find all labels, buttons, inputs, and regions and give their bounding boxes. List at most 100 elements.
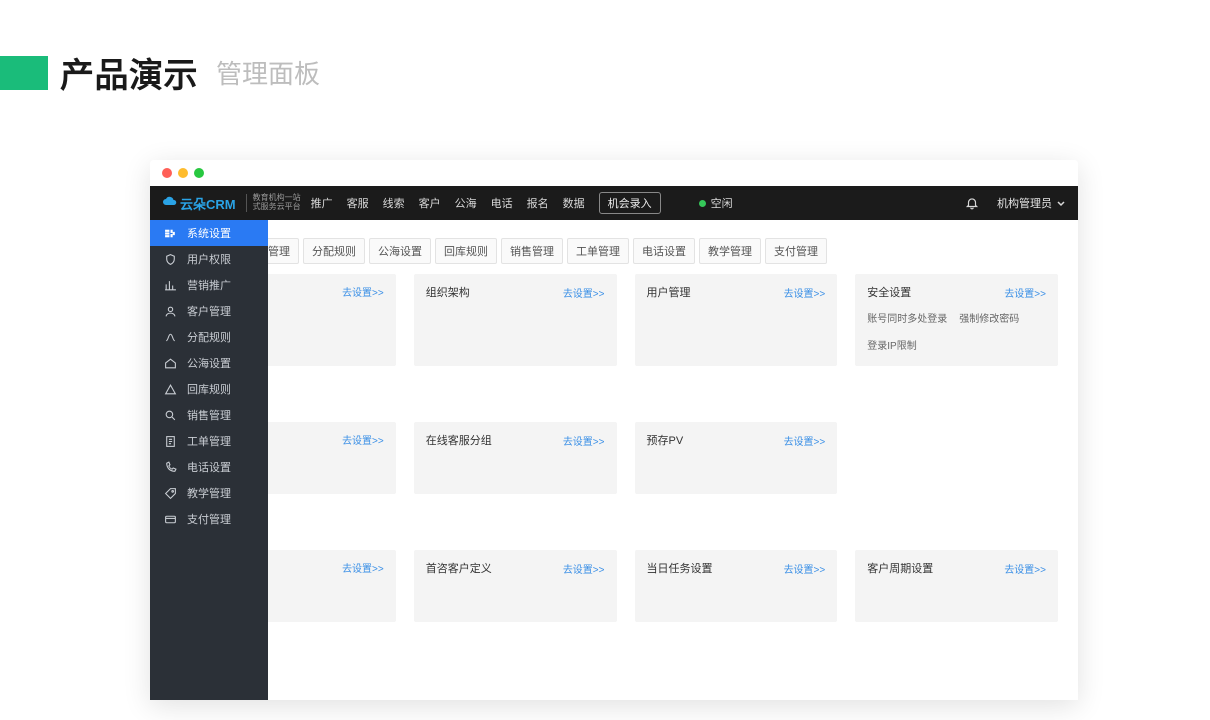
user-menu-label: 机构管理员: [997, 195, 1052, 211]
slide-title-main: 产品演示: [60, 48, 198, 97]
card: 客户周期设置 去设置>>: [855, 550, 1058, 622]
card-action-link[interactable]: 去设置>>: [563, 561, 605, 576]
sidebar-item-tag[interactable]: 教学管理: [150, 480, 268, 506]
user-menu[interactable]: 机构管理员: [997, 195, 1066, 211]
tab-7[interactable]: 电话设置: [633, 238, 695, 264]
cards-container: 去设置>>组织架构去设置>>用户管理去设置>>安全设置去设置>>账号同时多处登录…: [268, 274, 1058, 622]
card-row-2: 去设置>> 首咨客户定义 去设置>> 当日任务设置 去设置>> 客户周期设置 去设置>>: [268, 550, 1058, 622]
topnav-item-4[interactable]: 公海: [455, 195, 477, 211]
sidebar-item-label: 用户权限: [187, 251, 231, 267]
card-action-link[interactable]: 去设置>>: [342, 432, 384, 447]
phone-icon: [164, 461, 177, 474]
app-body: 系统设置用户权限营销推广客户管理分配规则公海设置回库规则销售管理工单管理电话设置…: [150, 220, 1078, 700]
card-icon: [164, 513, 177, 526]
card-action-link[interactable]: 去设置>>: [784, 561, 826, 576]
logo: 云朵CRM: [162, 194, 236, 213]
tab-9[interactable]: 支付管理: [765, 238, 827, 264]
card-title: 组织架构: [426, 284, 470, 300]
topnav-item-5[interactable]: 电话: [491, 195, 513, 211]
card-action-link[interactable]: 去设置>>: [1004, 561, 1046, 576]
card-action-link[interactable]: 去设置>>: [784, 433, 826, 448]
tab-6[interactable]: 工单管理: [567, 238, 629, 264]
person-icon: [164, 305, 177, 318]
content: 推广客户管理分配规则公海设置回库规则销售管理工单管理电话设置教学管理支付管理 去…: [268, 220, 1078, 700]
card: 安全设置去设置>>账号同时多处登录强制修改密码登录IP限制: [855, 274, 1058, 366]
settings-icon: [164, 227, 177, 240]
sidebar-item-label: 回库规则: [187, 381, 231, 397]
sidebar-item-label: 教学管理: [187, 485, 231, 501]
home-icon: [164, 357, 177, 370]
sidebar-item-label: 公海设置: [187, 355, 231, 371]
sidebar-item-chart[interactable]: 营销推广: [150, 272, 268, 298]
topnav-item-3[interactable]: 客户: [419, 195, 441, 211]
sidebar-item-shield[interactable]: 用户权限: [150, 246, 268, 272]
window-minimize-icon[interactable]: [178, 168, 188, 178]
sidebar-item-card[interactable]: 支付管理: [150, 506, 268, 532]
card-title: 当日任务设置: [647, 560, 713, 576]
card-title: 预存PV: [647, 432, 684, 448]
tag-icon: [164, 487, 177, 500]
card: 去设置>>: [268, 550, 396, 622]
topnav-item-2[interactable]: 线索: [383, 195, 405, 211]
window-titlebar: [150, 160, 1078, 186]
shield-icon: [164, 253, 177, 266]
tab-2[interactable]: 分配规则: [303, 238, 365, 264]
tab-3[interactable]: 公海设置: [369, 238, 431, 264]
window-maximize-icon[interactable]: [194, 168, 204, 178]
sidebar-item-triangle[interactable]: 回库规则: [150, 376, 268, 402]
card-title: 用户管理: [647, 284, 691, 300]
topnav-item-0[interactable]: 推广: [311, 195, 333, 211]
card-title: 首咨客户定义: [426, 560, 492, 576]
logo-sub-line2: 式服务云平台: [253, 203, 301, 212]
sidebar-item-label: 客户管理: [187, 303, 231, 319]
card-action-link[interactable]: 去设置>>: [563, 433, 605, 448]
topnav-item-7[interactable]: 数据: [563, 195, 585, 211]
sidebar-item-label: 电话设置: [187, 459, 231, 475]
search-icon: [164, 409, 177, 422]
sidebar-item-label: 支付管理: [187, 511, 231, 527]
record-button[interactable]: 机会录入: [599, 192, 661, 214]
sidebar-item-settings[interactable]: 系统设置: [150, 220, 268, 246]
app-window: 云朵CRM 教育机构一站 式服务云平台 推广客服线索客户公海电话报名数据机会录入…: [150, 160, 1078, 700]
sidebar-item-label: 系统设置: [187, 225, 231, 241]
sidebar-item-doc[interactable]: 工单管理: [150, 428, 268, 454]
sidebar-item-label: 营销推广: [187, 277, 231, 293]
tab-4[interactable]: 回库规则: [435, 238, 497, 264]
slide-title: 产品演示 管理面板: [0, 48, 320, 97]
bell-icon[interactable]: [965, 196, 979, 210]
card-action-link[interactable]: 去设置>>: [342, 560, 384, 575]
window-close-icon[interactable]: [162, 168, 172, 178]
card-tag: 账号同时多处登录: [867, 310, 947, 325]
card: 预存PV 去设置>>: [635, 422, 838, 494]
card: 当日任务设置 去设置>>: [635, 550, 838, 622]
tab-5[interactable]: 销售管理: [501, 238, 563, 264]
sidebar: 系统设置用户权限营销推广客户管理分配规则公海设置回库规则销售管理工单管理电话设置…: [150, 220, 268, 700]
card: 组织架构 去设置>>: [414, 274, 617, 366]
card: 去设置>>: [268, 422, 396, 494]
cloud-icon: [162, 196, 178, 211]
card-row-1: 去设置>>在线客服分组去设置>>预存PV去设置>>去设置>>: [268, 422, 1058, 494]
card-action-link[interactable]: 去设置>>: [342, 284, 384, 299]
card-action-link[interactable]: 去设置>>: [784, 285, 826, 300]
sidebar-item-person[interactable]: 客户管理: [150, 298, 268, 324]
tab-1[interactable]: 客户管理: [268, 238, 299, 264]
card-action-link[interactable]: 去设置>>: [1004, 285, 1046, 300]
sidebar-item-search[interactable]: 销售管理: [150, 402, 268, 428]
card-action-link[interactable]: 去设置>>: [563, 285, 605, 300]
sidebar-item-phone[interactable]: 电话设置: [150, 454, 268, 480]
logo-subtitle: 教育机构一站 式服务云平台: [246, 194, 301, 212]
status-dot-icon: [699, 200, 706, 207]
card: 首咨客户定义 去设置>>: [414, 550, 617, 622]
tab-8[interactable]: 教学管理: [699, 238, 761, 264]
doc-icon: [164, 435, 177, 448]
sidebar-item-home[interactable]: 公海设置: [150, 350, 268, 376]
topnav-item-1[interactable]: 客服: [347, 195, 369, 211]
card-title: 在线客服分组: [426, 432, 492, 448]
card: 用户管理 去设置>>: [635, 274, 838, 366]
card-title: 安全设置: [867, 284, 911, 300]
topnav: 推广客服线索客户公海电话报名数据机会录入: [311, 192, 661, 214]
card-title: 客户周期设置: [867, 560, 933, 576]
topnav-item-6[interactable]: 报名: [527, 195, 549, 211]
topbar: 云朵CRM 教育机构一站 式服务云平台 推广客服线索客户公海电话报名数据机会录入…: [150, 186, 1078, 220]
sidebar-item-flow[interactable]: 分配规则: [150, 324, 268, 350]
